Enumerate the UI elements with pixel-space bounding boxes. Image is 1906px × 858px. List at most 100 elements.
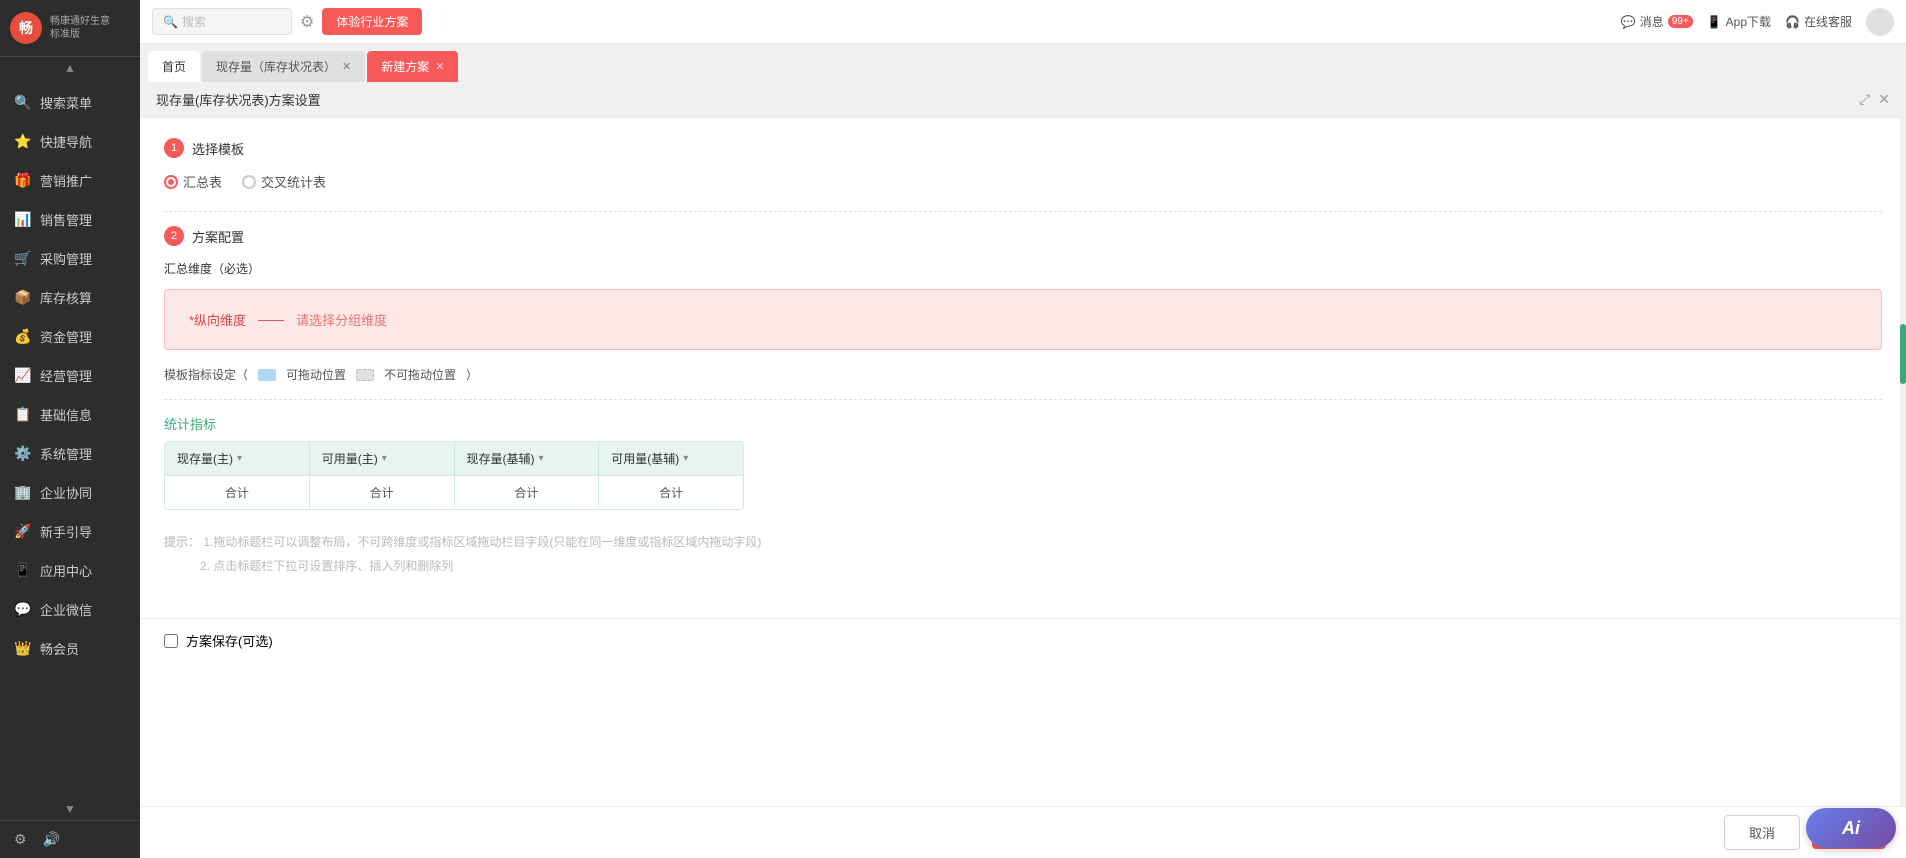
message-icon: 💬 [1621,15,1636,29]
top-bar-left: 🔍 搜索 ⚙ 体验行业方案 [152,8,1613,35]
sidebar-item-label: 新手引导 [40,522,92,541]
sidebar-header: 畅 畅康通好生意 标准版 [0,0,140,57]
tab-home-label: 首页 [162,58,186,75]
ai-float-button[interactable]: Ai [1806,808,1896,848]
sidebar-item-onboarding[interactable]: 🚀 新手引导 [0,512,140,551]
app-download-label: App下载 [1726,13,1771,30]
mobile-icon: 📱 [14,562,32,580]
sidebar-item-label: 企业微信 [40,600,92,619]
sidebar-item-finance[interactable]: 💰 资金管理 [0,317,140,356]
tab-new-plan[interactable]: 新建方案 ✕ [367,51,458,82]
sidebar-scroll-down[interactable]: ▼ [64,802,76,816]
draggable-label: 可拖动位置 [286,366,346,383]
messages-action[interactable]: 💬 消息 99+ [1621,13,1693,30]
sidebar-item-search[interactable]: 🔍 搜索菜单 [0,83,140,122]
indicator-row: 模板指标设定（ 可拖动位置 不可拖动位置 ） [164,366,1882,383]
sidebar-item-label: 基础信息 [40,405,92,424]
box-icon: 📦 [14,289,32,307]
sidebar-item-label: 销售管理 [40,210,92,229]
sidebar-item-basic-info[interactable]: 📋 基础信息 [0,395,140,434]
sidebar-scroll-up[interactable]: ▲ [64,61,76,75]
radio-cross-label: 交叉统计表 [261,172,326,191]
sidebar-item-sales[interactable]: 📊 销售管理 [0,200,140,239]
stats-cell-1-2: 合计 [310,476,455,509]
tips-title: 提示： [164,535,200,549]
sidebar-nav: 🔍 搜索菜单 ⭐ 快捷导航 🎁 营销推广 📊 销售管理 🛒 采购管理 📦 库存核… [0,79,140,798]
online-service-action[interactable]: 🎧 在线客服 [1785,13,1852,30]
tab-home[interactable]: 首页 [148,51,200,82]
settings-icon[interactable]: ⚙ [14,831,27,848]
volume-icon[interactable]: 🔊 [43,831,60,848]
expand-icon[interactable]: ⤢ [1859,91,1870,108]
gift-icon: 🎁 [14,172,32,190]
dimension-placeholder[interactable]: 请选择分组维度 [296,310,387,329]
sidebar-item-marketing[interactable]: 🎁 营销推广 [0,161,140,200]
stats-section: 统计指标 现存量(主) ▾ 可用量(主) ▾ [164,414,1882,510]
headset-icon: 🎧 [1785,15,1800,29]
bottom-save: 方案保存(可选) [140,618,1906,662]
save-plan-checkbox[interactable] [164,634,178,648]
radio-cross[interactable]: 交叉统计表 [242,172,326,191]
sidebar-item-enterprise[interactable]: 🏢 企业协同 [0,473,140,512]
tab-inventory-status[interactable]: 现存量（库存状况表） ✕ [202,51,365,82]
stats-col-1-header[interactable]: 现存量(主) ▾ [165,442,310,475]
sidebar-item-app-center[interactable]: 📱 应用中心 [0,551,140,590]
sidebar-item-inventory[interactable]: 📦 库存核算 [0,278,140,317]
sidebar-item-operations[interactable]: 📈 经营管理 [0,356,140,395]
main-area: 🔍 搜索 ⚙ 体验行业方案 💬 消息 99+ 📱 App下载 🎧 在线客服 [140,0,1906,858]
online-service-label: 在线客服 [1804,13,1852,30]
sidebar-item-purchase[interactable]: 🛒 采购管理 [0,239,140,278]
app-download-action[interactable]: 📱 App下载 [1707,13,1771,30]
indicator-divider [164,399,1882,400]
stats-body-row: 合计 合计 合计 合计 [165,475,743,509]
dimension-area: *纵向维度 —— 请选择分组维度 [164,289,1882,350]
top-bar-right: 💬 消息 99+ 📱 App下载 🎧 在线客服 [1621,8,1894,36]
star-icon: ⭐ [14,133,32,151]
stats-col-2-header[interactable]: 可用量(主) ▾ [310,442,455,475]
stats-col-4-header[interactable]: 可用量(基辅) ▾ [599,442,743,475]
scroll-thumb [1900,324,1906,384]
search-bar[interactable]: 🔍 搜索 [152,8,292,35]
col-3-chevron-icon: ▾ [539,453,544,464]
sidebar-item-system[interactable]: ⚙️ 系统管理 [0,434,140,473]
col-4-chevron-icon: ▾ [683,453,688,464]
stats-col-4-label: 可用量(基辅) [611,450,679,467]
indicator-text-prefix: 模板指标设定（ [164,366,248,383]
sidebar-item-wechat[interactable]: 💬 企业微信 [0,590,140,629]
tab-new-plan-close-icon[interactable]: ✕ [435,60,444,73]
radio-summary-dot [164,175,178,189]
stats-cell-1-1: 合计 [165,476,310,509]
col-1-chevron-icon: ▾ [237,453,242,464]
stats-col-3-header[interactable]: 现存量(基辅) ▾ [455,442,600,475]
sidebar-title: 畅康通好生意 标准版 [50,15,110,41]
building-icon: 🏢 [14,484,32,502]
sidebar-item-quick-nav[interactable]: ⭐ 快捷导航 [0,122,140,161]
stats-cell-1-3: 合计 [455,476,600,509]
try-industry-button[interactable]: 体验行业方案 [322,8,422,35]
sidebar-item-label: 库存核算 [40,288,92,307]
crown-icon: 👑 [14,640,32,658]
step2-label: 方案配置 [192,227,244,246]
cancel-button[interactable]: 取消 [1724,815,1800,850]
sidebar-item-label: 资金管理 [40,327,92,346]
tab-new-plan-label: 新建方案 [381,58,429,75]
chart-icon: 📊 [14,211,32,229]
tips-item-1: 1.拖动标题栏可以调整布局，不可跨维度或指标区域拖动栏目字段(只能在同一维度或指… [203,535,761,549]
stats-col-1-label: 现存量(主) [177,450,233,467]
step1-section: 1 选择模板 汇总表 交叉统计表 [164,138,1882,191]
sidebar-item-label: 营销推广 [40,171,92,190]
radio-summary[interactable]: 汇总表 [164,172,222,191]
sidebar-item-label: 系统管理 [40,444,92,463]
tips-item-2: 2. 点击标题栏下拉可设置排序、插入列和删除列 [200,559,453,573]
settings-gear-icon[interactable]: ⚙ [300,12,314,32]
user-avatar[interactable] [1866,8,1894,36]
sidebar-item-member[interactable]: 👑 畅会员 [0,629,140,668]
radio-summary-label: 汇总表 [183,172,222,191]
tab-inventory-close-icon[interactable]: ✕ [342,60,351,73]
right-scroll-indicator [1900,118,1906,806]
stats-col-2-label: 可用量(主) [322,450,378,467]
form-content: 1 选择模板 汇总表 交叉统计表 [140,118,1906,618]
stats-table: 现存量(主) ▾ 可用量(主) ▾ 现存量(基辅) ▾ [164,441,744,510]
dimension-separator: —— [258,312,284,327]
close-panel-icon[interactable]: ✕ [1878,91,1890,108]
